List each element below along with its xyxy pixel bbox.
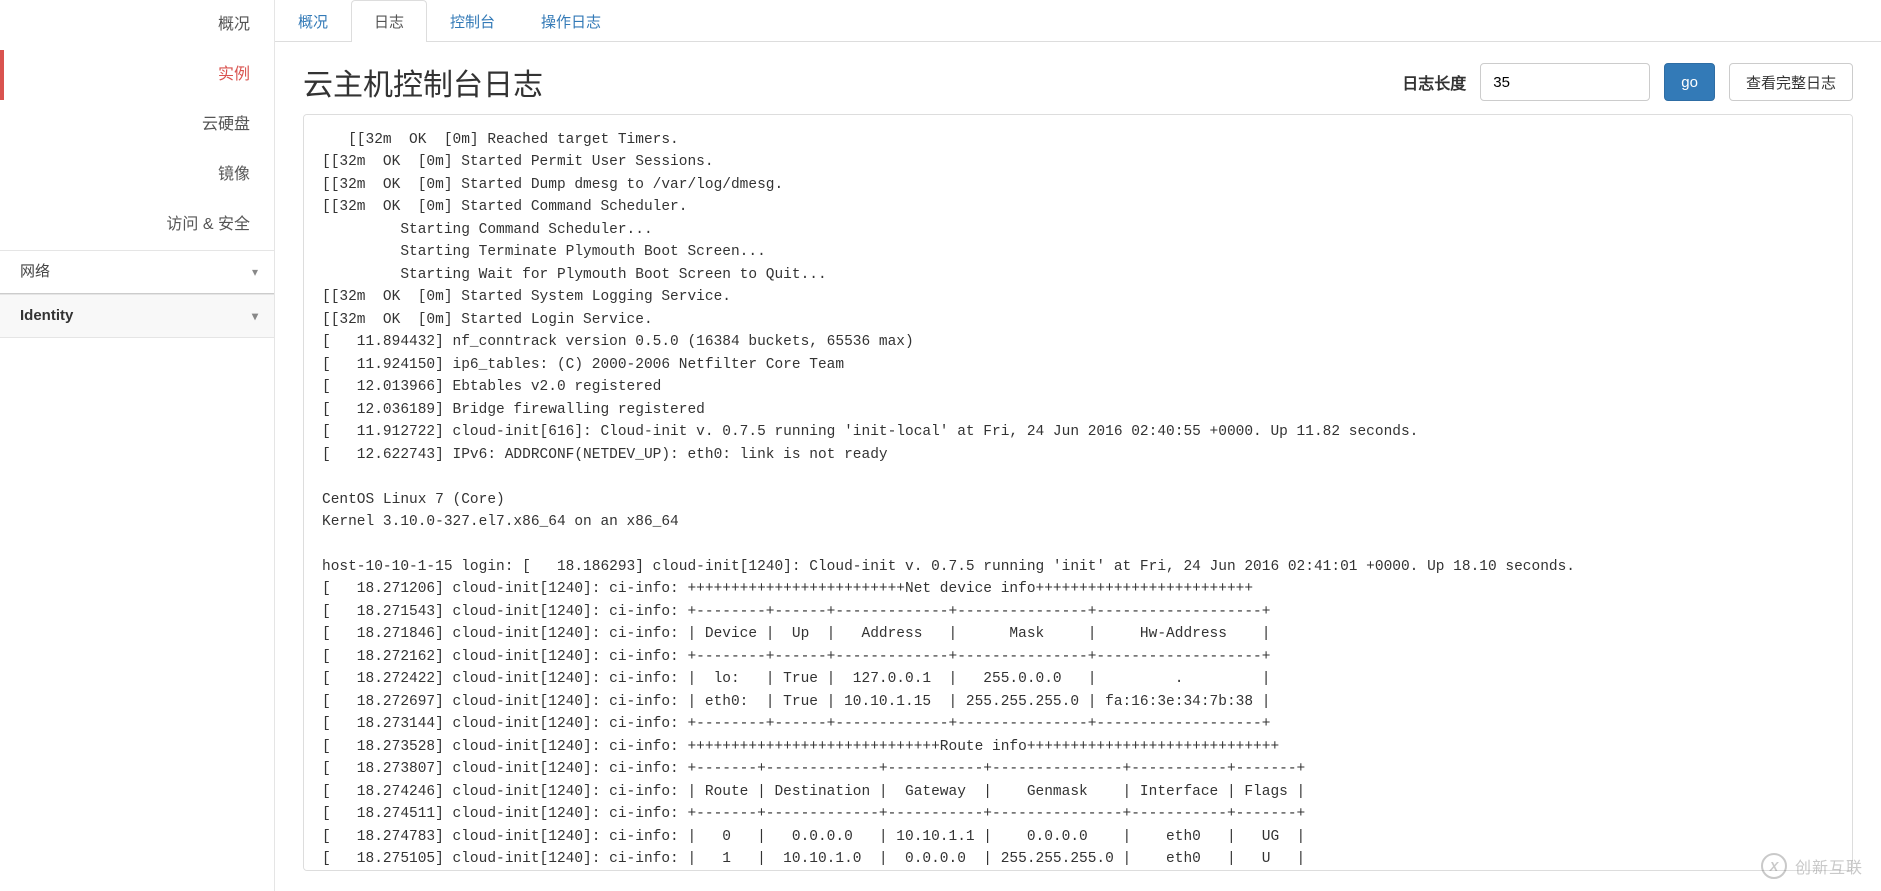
view-full-log-button[interactable]: 查看完整日志 (1729, 63, 1853, 101)
sidebar-section-network[interactable]: 网络 ▾ (0, 250, 274, 294)
sidebar-item-images[interactable]: 镜像 (0, 150, 274, 200)
log-output: [[32m OK [0m] Reached target Timers. [[3… (322, 129, 1834, 871)
tab-console[interactable]: 控制台 (427, 0, 518, 42)
tabs: 概况 日志 控制台 操作日志 (275, 0, 1881, 42)
sidebar-item-instances[interactable]: 实例 (0, 50, 274, 100)
tab-overview[interactable]: 概况 (275, 0, 351, 42)
page-title: 云主机控制台日志 (303, 60, 543, 104)
log-length-label: 日志长度 (1402, 70, 1466, 94)
log-length-input[interactable] (1480, 63, 1650, 101)
sidebar-item-access-security[interactable]: 访问 & 安全 (0, 200, 274, 250)
go-button[interactable]: go (1664, 63, 1715, 101)
toolbar-right: 日志长度 go 查看完整日志 (1402, 63, 1853, 101)
sidebar: 概况 实例 云硬盘 镜像 访问 & 安全 网络 ▾ Identity ▾ (0, 0, 275, 891)
tab-action-log[interactable]: 操作日志 (518, 0, 624, 42)
main-content: 概况 日志 控制台 操作日志 云主机控制台日志 日志长度 go 查看完整日志 [… (275, 0, 1881, 891)
log-panel: [[32m OK [0m] Reached target Timers. [[3… (303, 114, 1853, 871)
chevron-down-icon: ▾ (252, 294, 258, 338)
sidebar-section-identity[interactable]: Identity ▾ (0, 294, 274, 338)
sidebar-item-overview[interactable]: 概况 (0, 0, 274, 50)
tab-log[interactable]: 日志 (351, 0, 427, 42)
chevron-down-icon: ▾ (252, 250, 258, 294)
sidebar-item-volumes[interactable]: 云硬盘 (0, 100, 274, 150)
sidebar-section-label: 网络 (20, 250, 50, 294)
toolbar: 云主机控制台日志 日志长度 go 查看完整日志 (275, 42, 1881, 114)
sidebar-section-label: Identity (20, 294, 73, 338)
